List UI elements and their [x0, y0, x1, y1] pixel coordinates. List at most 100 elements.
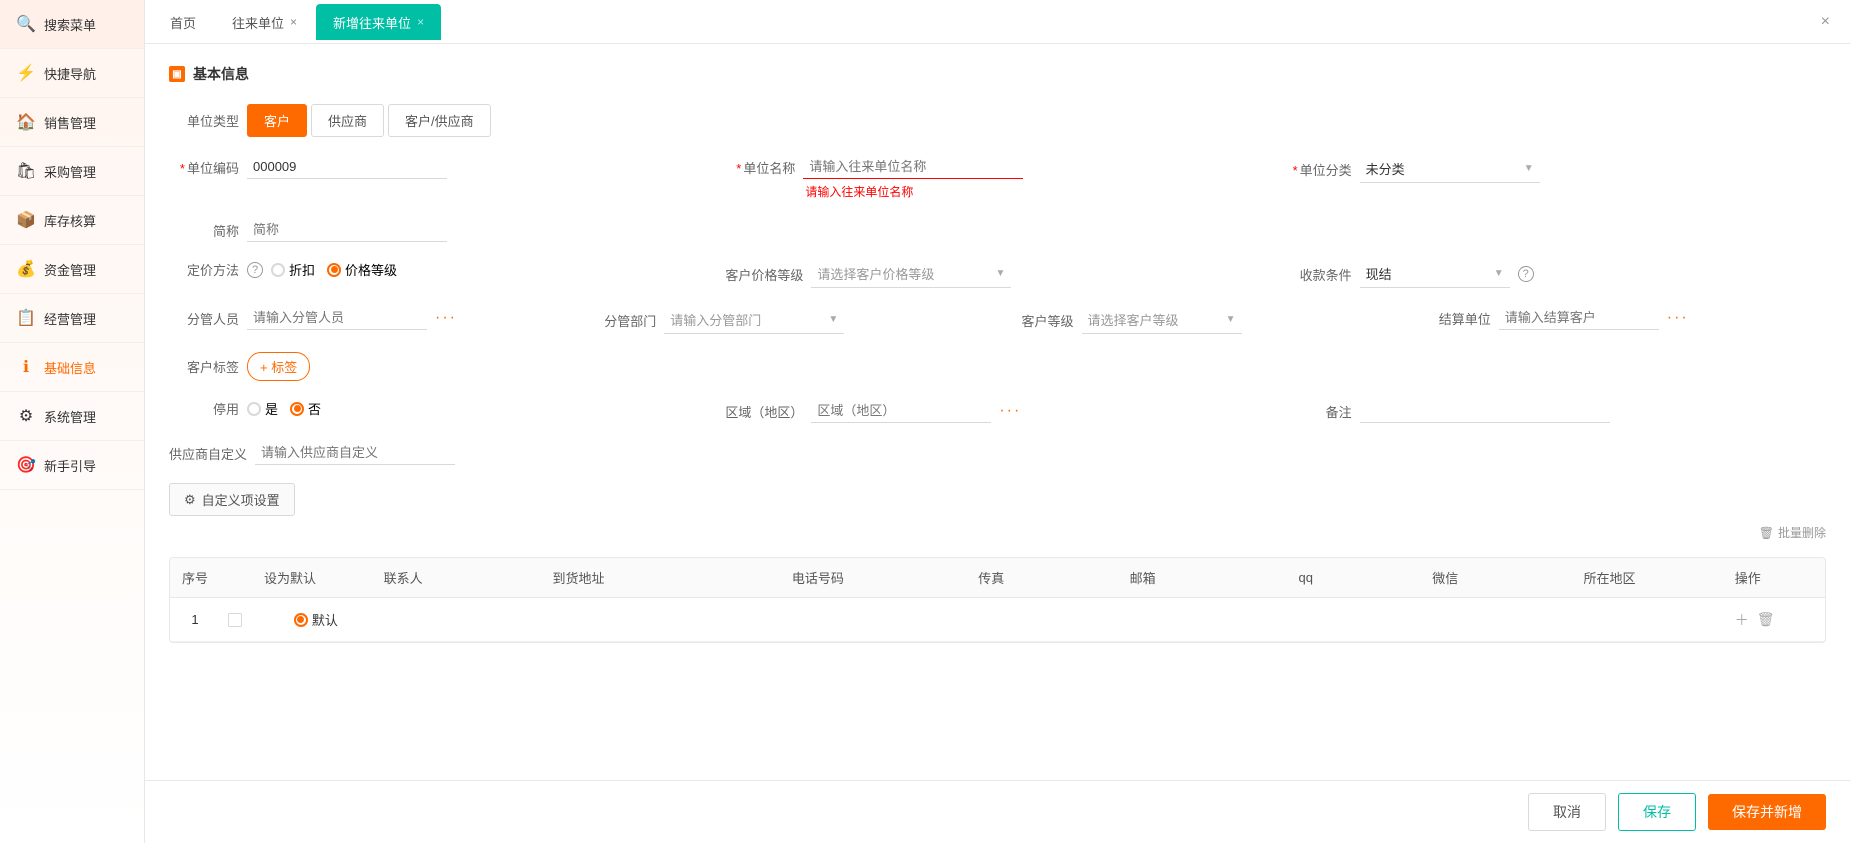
- payment-terms-chevron: ▼: [1494, 268, 1504, 279]
- batch-delete-wrapper: 🗑 批量删除: [169, 524, 1826, 541]
- unit-name-label: 单位名称: [725, 158, 795, 177]
- customer-price-label: 客户价格等级: [725, 265, 803, 284]
- tab-partners[interactable]: 往来单位 ×: [215, 4, 314, 40]
- section-header: ▣ 基本信息: [169, 64, 1826, 84]
- save-button[interactable]: 保存: [1618, 793, 1696, 831]
- payment-terms-value: 现结: [1366, 264, 1392, 283]
- customer-price-chevron: ▼: [995, 268, 1005, 279]
- finance-icon: 💰: [16, 259, 36, 279]
- col-fax: 传真: [970, 558, 1121, 598]
- level-radio-circle: [327, 263, 341, 277]
- sidebar-item-purchase[interactable]: 🛍 采购管理: [0, 147, 144, 196]
- sidebar-item-basicinfo[interactable]: ℹ 基础信息: [0, 343, 144, 392]
- row-wechat[interactable]: [1424, 598, 1575, 642]
- disable-row: 停用 是 否 区域（地区） ··· 备注: [169, 399, 1826, 423]
- pricing-radio-group: 折扣 价格等级: [271, 260, 397, 279]
- payment-terms-help-icon[interactable]: ?: [1518, 266, 1534, 282]
- contact-input[interactable]: [384, 608, 464, 631]
- manager-more-icon[interactable]: ···: [435, 309, 457, 327]
- tab-new-partner-close[interactable]: ×: [417, 15, 424, 29]
- disable-no-radio[interactable]: 否: [290, 399, 321, 418]
- batch-delete-button[interactable]: 🗑 批量删除: [1759, 524, 1826, 541]
- tab-partners-close[interactable]: ×: [290, 15, 297, 29]
- fax-input[interactable]: [978, 608, 1048, 631]
- row-seq: 1: [170, 598, 220, 642]
- short-name-input[interactable]: [247, 218, 447, 242]
- customer-level-select[interactable]: 请选择客户等级 ▼: [1082, 306, 1242, 334]
- unit-type-label: 单位类型: [169, 111, 239, 130]
- add-row-button[interactable]: ＋: [1735, 610, 1749, 630]
- sidebar-item-guide[interactable]: 🎯 新手引导: [0, 441, 144, 490]
- sidebar-item-inventory[interactable]: 📦 库存核算: [0, 196, 144, 245]
- unit-category-label: 单位分类: [1282, 160, 1352, 179]
- row-contact[interactable]: [376, 598, 545, 642]
- chevron-down-icon: ▼: [1524, 163, 1534, 174]
- customer-price-select[interactable]: 请选择客户价格等级 ▼: [811, 260, 1011, 288]
- cancel-button[interactable]: 取消: [1528, 793, 1606, 831]
- type-btn-supplier[interactable]: 供应商: [311, 104, 384, 137]
- contact-table: 序号 设为默认 联系人 到货地址 电话号码 传真 邮箱 qq 微信 所在地区 操…: [170, 558, 1825, 642]
- disable-radio-group: 是 否: [247, 399, 321, 418]
- unit-name-input[interactable]: [803, 155, 1023, 179]
- wechat-input[interactable]: [1432, 608, 1502, 631]
- add-tag-button[interactable]: + 标签: [247, 352, 310, 381]
- qq-input[interactable]: [1298, 608, 1358, 631]
- sidebar-item-quicknav[interactable]: ⚡ 快捷导航: [0, 49, 144, 98]
- sidebar-item-operations[interactable]: 📋 经营管理: [0, 294, 144, 343]
- settlement-unit-input[interactable]: [1499, 306, 1659, 330]
- row-region-input[interactable]: [1583, 608, 1653, 631]
- purchase-icon: 🛍: [16, 161, 36, 181]
- pricing-discount-radio[interactable]: 折扣: [271, 260, 315, 279]
- tab-new-partner[interactable]: 新增往来单位 ×: [316, 4, 441, 40]
- pricing-help-icon[interactable]: ?: [247, 262, 263, 278]
- short-name-row: 简称: [169, 218, 1826, 242]
- dept-select[interactable]: 请输入分管部门 ▼: [664, 306, 844, 334]
- remark-input[interactable]: [1360, 399, 1610, 423]
- delete-row-button[interactable]: 🗑: [1757, 611, 1775, 628]
- row-checkbox-box[interactable]: [228, 613, 242, 627]
- type-btn-customer[interactable]: 客户: [247, 104, 307, 137]
- tag-row: 客户标签 + 标签: [169, 352, 1826, 381]
- manager-label: 分管人员: [169, 309, 239, 328]
- row-email[interactable]: [1122, 598, 1291, 642]
- row-default-radio[interactable]: 默认: [264, 610, 368, 629]
- sidebar-item-system[interactable]: ⚙ 系统管理: [0, 392, 144, 441]
- row-checkbox[interactable]: [220, 598, 256, 642]
- sales-icon: 🏠: [16, 112, 36, 132]
- pricing-level-radio[interactable]: 价格等级: [327, 260, 397, 279]
- customer-level-field: 客户等级 请选择客户等级 ▼: [1004, 306, 1409, 334]
- row-actions: ＋ 🗑: [1727, 598, 1825, 642]
- save-and-new-button[interactable]: 保存并新增: [1708, 794, 1826, 830]
- address-input[interactable]: [553, 608, 673, 631]
- sidebar-item-guide-label: 新手引导: [44, 456, 96, 475]
- bottom-bar: 取消 保存 保存并新增: [145, 780, 1850, 843]
- email-input[interactable]: [1130, 608, 1210, 631]
- row-fax[interactable]: [970, 598, 1121, 642]
- phone-input[interactable]: [792, 608, 882, 631]
- settlement-unit-field: 结算单位 ···: [1421, 306, 1826, 330]
- type-btn-both[interactable]: 客户/供应商: [388, 104, 491, 137]
- search-icon: 🔍: [16, 14, 36, 34]
- supplier-custom-input[interactable]: [255, 441, 455, 465]
- row-phone[interactable]: [784, 598, 970, 642]
- manager-input[interactable]: [247, 306, 427, 330]
- row-address[interactable]: [545, 598, 784, 642]
- manager-field: 分管人员 ···: [169, 306, 574, 330]
- window-close-button[interactable]: ×: [1809, 13, 1842, 31]
- region-input[interactable]: [811, 399, 991, 423]
- disable-yes-radio[interactable]: 是: [247, 399, 278, 418]
- unit-category-select[interactable]: 未分类 ▼: [1360, 155, 1540, 183]
- region-more-icon[interactable]: ···: [999, 402, 1021, 420]
- settlement-more-icon[interactable]: ···: [1667, 309, 1689, 327]
- tab-home[interactable]: 首页: [153, 4, 213, 40]
- row-qq[interactable]: [1290, 598, 1424, 642]
- sidebar-item-sales[interactable]: 🏠 销售管理: [0, 98, 144, 147]
- custom-settings-button[interactable]: ⚙ 自定义项设置: [169, 483, 295, 516]
- row-region[interactable]: [1575, 598, 1726, 642]
- sidebar-item-search[interactable]: 🔍 搜索菜单: [0, 0, 144, 49]
- unit-name-field: 单位名称 请输入往来单位名称: [725, 155, 1269, 200]
- inventory-icon: 📦: [16, 210, 36, 230]
- unit-code-input[interactable]: [247, 155, 447, 179]
- payment-terms-select[interactable]: 现结 ▼: [1360, 260, 1510, 288]
- sidebar-item-finance[interactable]: 💰 资金管理: [0, 245, 144, 294]
